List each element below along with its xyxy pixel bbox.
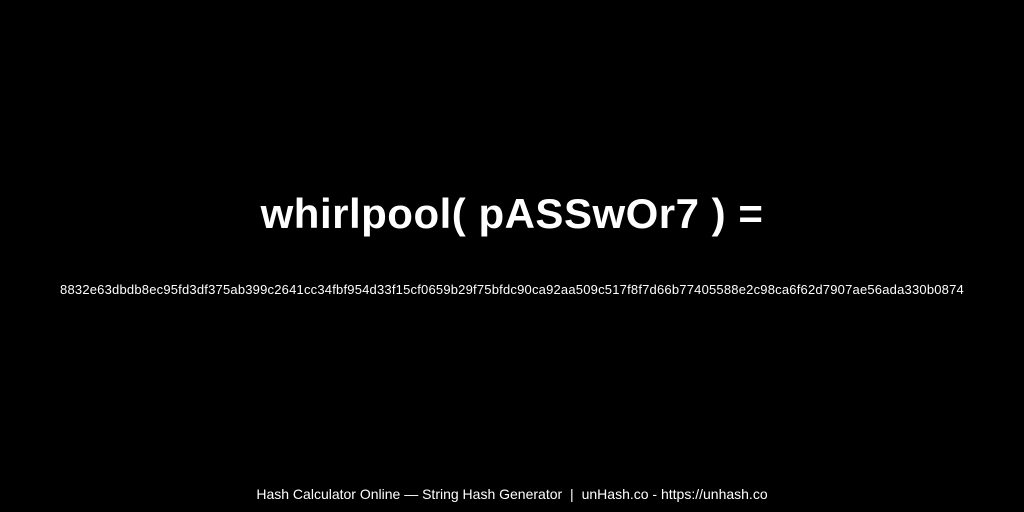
footer-separator-dash: - — [649, 486, 661, 502]
footer: Hash Calculator Online — String Hash Gen… — [0, 486, 1024, 512]
footer-site-name: unHash.co — [582, 486, 649, 502]
footer-separator: | — [566, 486, 577, 502]
hash-output-value: 8832e63dbdb8ec95fd3df375ab399c2641cc34fb… — [60, 282, 964, 297]
footer-title: Hash Calculator Online — String Hash Gen… — [256, 486, 562, 502]
hash-expression-heading: whirlpool( pASSwOr7 ) = — [261, 190, 764, 238]
footer-site-url: https://unhash.co — [661, 486, 768, 502]
main-content: whirlpool( pASSwOr7 ) = 8832e63dbdb8ec95… — [0, 0, 1024, 486]
